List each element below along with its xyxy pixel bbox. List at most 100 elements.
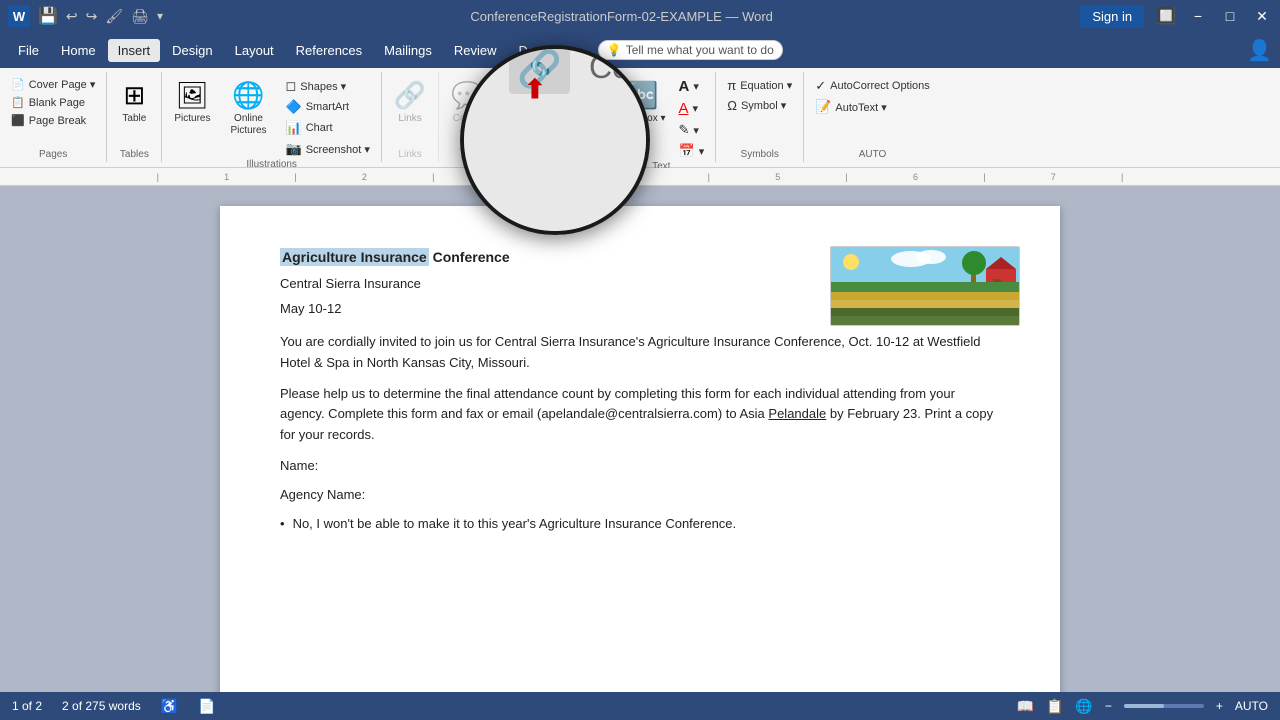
zoom-level-display: AUTO xyxy=(1235,699,1268,713)
print-layout-icon[interactable]: 📋 xyxy=(1046,698,1063,715)
shapes-button[interactable]: ◻ Shapes ▾ xyxy=(281,76,375,96)
cover-page-button[interactable]: 📄 Cover Page ▾ xyxy=(6,76,100,93)
web-layout-icon[interactable]: 🌐 xyxy=(1075,698,1092,715)
tables-label: Tables xyxy=(113,149,155,162)
read-mode-icon[interactable]: 📖 xyxy=(1017,698,1034,715)
menu-developer[interactable]: Developer xyxy=(508,39,587,62)
chart-button[interactable]: 📊 Chart xyxy=(281,118,375,138)
symbol-icon: Ω xyxy=(727,98,737,113)
comments-icon: 💬 xyxy=(451,80,483,111)
ribbon-pages-group: 📄 Cover Page ▾ 📋 Blank Page ⬛ Page Break… xyxy=(0,72,107,162)
share-icon[interactable]: 👤 xyxy=(1247,38,1272,63)
paint-icon[interactable]: 🖌 xyxy=(105,8,123,25)
zoom-in-button[interactable]: + xyxy=(1216,699,1223,713)
text-style-a-button[interactable]: A ▾ xyxy=(674,76,710,97)
online-pictures-button[interactable]: 🌐 Online Pictures xyxy=(219,76,279,141)
accessibility-icon[interactable]: ♿ xyxy=(161,698,178,715)
customize-icon[interactable]: ▾ xyxy=(157,9,163,23)
smartart-button[interactable]: 🔷 SmartArt xyxy=(281,97,375,117)
symbols-stack: π Equation ▾ Ω Symbol ▾ xyxy=(722,76,797,115)
word-icon: W xyxy=(8,5,30,27)
comments-buttons: 💬 Com... xyxy=(445,76,489,162)
ribbon-links-group: 🔗 Links Links xyxy=(382,72,439,162)
pelandale-link[interactable]: Pelandale xyxy=(768,406,826,421)
header-footer-buttons: ≡ Header ▾ ≡ Footer ▾ # Page Number ▾ xyxy=(503,76,601,149)
autotext-icon: 📝 xyxy=(815,99,831,115)
menu-mailings[interactable]: Mailings xyxy=(374,39,442,62)
equation-button[interactable]: π Equation ▾ xyxy=(722,76,797,95)
footer-icon: ≡ xyxy=(508,98,516,113)
links-label: Links xyxy=(388,149,432,162)
header-footer-label: Header & Footer xyxy=(503,149,601,162)
screenshot-button[interactable]: 📷 Screenshot ▾ xyxy=(281,139,375,159)
table-button[interactable]: ⊞ Table xyxy=(113,76,155,128)
document-title: ConferenceRegistrationForm-02-EXAMPLE — … xyxy=(470,9,773,24)
links-buttons: 🔗 Links xyxy=(388,76,432,149)
undo-icon[interactable]: ↩ xyxy=(66,8,78,25)
ribbon: 📄 Cover Page ▾ 📋 Blank Page ⬛ Page Break… xyxy=(0,68,1280,168)
pages-stack: 📄 Cover Page ▾ 📋 Blank Page ⬛ Page Break xyxy=(6,76,100,129)
auto-label: AUTO xyxy=(810,149,935,162)
doc-title-highlight: Agriculture Insurance xyxy=(280,248,429,266)
symbol-button[interactable]: Ω Symbol ▾ xyxy=(722,96,797,115)
ribbon-illustrations-group: 🖼 Pictures 🌐 Online Pictures ◻ Shapes ▾ … xyxy=(162,72,382,162)
autocorrect-button[interactable]: ✓ AutoCorrect Options xyxy=(810,76,935,96)
text-color-button[interactable]: A ▾ xyxy=(674,98,710,119)
page-break-button[interactable]: ⬛ Page Break xyxy=(6,112,100,129)
tell-me-text: Tell me what you want to do xyxy=(626,43,774,57)
menu-home[interactable]: Home xyxy=(51,39,106,62)
equation-icon: π xyxy=(727,78,736,93)
pictures-icon: 🖼 xyxy=(176,80,209,111)
maximize-button[interactable]: □ xyxy=(1220,6,1240,26)
tell-me-box[interactable]: 💡 Tell me what you want to do xyxy=(598,40,783,60)
menu-insert[interactable]: Insert xyxy=(108,39,161,62)
text-box-button[interactable]: 🔤 Text Box ▾ xyxy=(613,76,671,128)
zoom-slider[interactable] xyxy=(1124,704,1204,708)
auto-buttons: ✓ AutoCorrect Options 📝 AutoText ▾ xyxy=(810,76,935,149)
footer-button[interactable]: ≡ Footer ▾ xyxy=(503,96,601,115)
page-break-icon: ⬛ xyxy=(11,114,25,127)
close-button[interactable]: ✕ xyxy=(1252,6,1272,26)
header-button[interactable]: ≡ Header ▾ xyxy=(503,76,601,95)
page-number-button[interactable]: # Page Number ▾ xyxy=(503,116,601,135)
autocorrect-icon: ✓ xyxy=(815,78,826,94)
minimize-button[interactable]: − xyxy=(1188,6,1208,26)
zoom-out-button[interactable]: − xyxy=(1105,699,1112,713)
ribbon-comments-group: 💬 Com... xyxy=(439,72,496,162)
date-icon: 📅 xyxy=(679,143,695,159)
print-icon[interactable]: 🖨 xyxy=(131,8,149,25)
ribbon-content: 📄 Cover Page ▾ 📋 Blank Page ⬛ Page Break… xyxy=(0,72,1280,162)
document-view-icon[interactable]: 📄 xyxy=(198,698,215,715)
header-icon: ≡ xyxy=(508,78,516,93)
text-small-stack: A ▾ A ▾ ✎ ▾ 📅 ▾ xyxy=(674,76,710,161)
sign-in-button[interactable]: Sign in xyxy=(1080,5,1144,28)
redo-icon[interactable]: ↪ xyxy=(86,8,98,25)
chart-icon: 📊 xyxy=(286,120,302,136)
document[interactable]: Agriculture Insurance Conference Central… xyxy=(220,206,1060,692)
ribbon-toggle-icon[interactable]: 🔲 xyxy=(1156,6,1176,26)
menu-review[interactable]: Review xyxy=(444,39,507,62)
menu-layout[interactable]: Layout xyxy=(225,39,284,62)
menu-file[interactable]: File xyxy=(8,39,49,62)
ribbon-header-footer-group: ≡ Header ▾ ≡ Footer ▾ # Page Number ▾ He… xyxy=(497,72,608,162)
shapes-icon: ◻ xyxy=(286,78,297,94)
menu-design[interactable]: Design xyxy=(162,39,222,62)
titlebar-right: Sign in 🔲 − □ ✕ xyxy=(1080,5,1272,28)
pictures-button[interactable]: 🖼 Pictures xyxy=(168,76,216,128)
screenshot-icon: 📷 xyxy=(286,141,302,157)
blank-page-button[interactable]: 📋 Blank Page xyxy=(6,94,100,111)
farm-svg xyxy=(831,247,1020,326)
links-button[interactable]: 🔗 Links xyxy=(388,76,432,128)
doc-agency-field: Agency Name: xyxy=(280,485,1000,506)
menu-references[interactable]: References xyxy=(286,39,372,62)
statusbar-right: 📖 📋 🌐 − + AUTO xyxy=(1017,698,1268,715)
doc-para1: You are cordially invited to join us for… xyxy=(280,332,1000,374)
pages-label: Pages xyxy=(6,149,100,162)
signature-button[interactable]: ✎ ▾ xyxy=(674,120,710,140)
signature2-button[interactable]: 📅 ▾ xyxy=(674,141,710,161)
autotext-button[interactable]: 📝 AutoText ▾ xyxy=(810,97,935,117)
bullet-dot: • xyxy=(280,514,285,535)
quick-save-icon[interactable]: 💾 xyxy=(38,6,58,26)
comments-button[interactable]: 💬 Com... xyxy=(445,76,489,128)
pages-buttons: 📄 Cover Page ▾ 📋 Blank Page ⬛ Page Break xyxy=(6,76,100,149)
